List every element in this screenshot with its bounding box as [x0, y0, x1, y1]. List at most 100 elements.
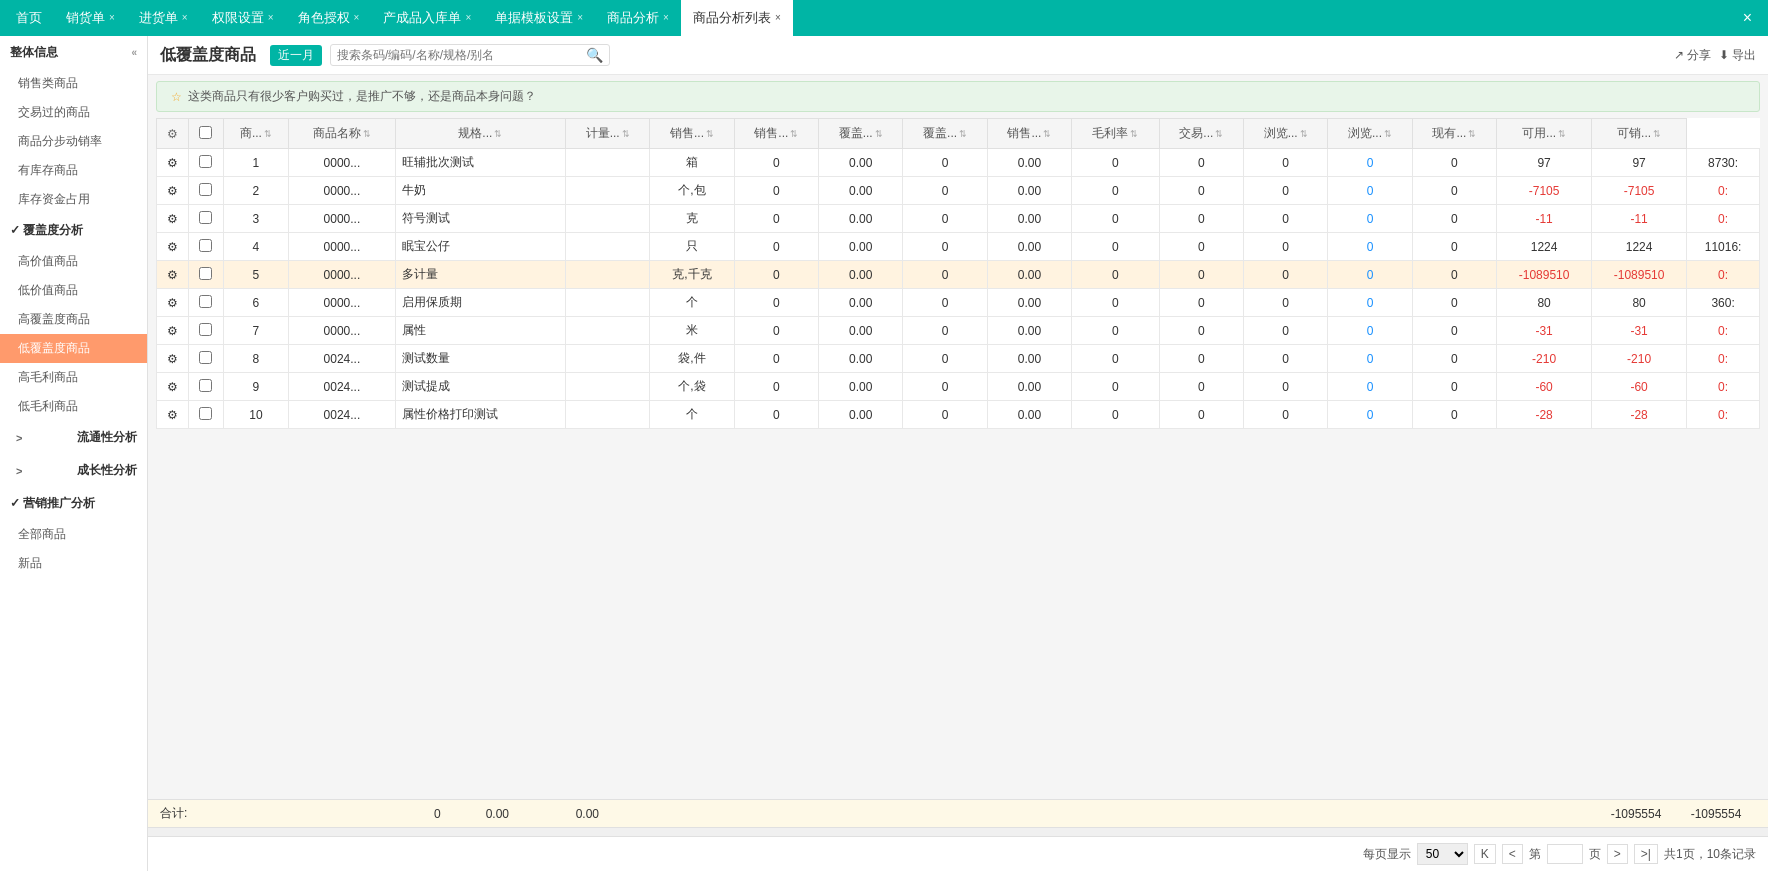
nav-product-analysis[interactable]: 商品分析 ×: [595, 0, 681, 36]
sidebar-item-low-value[interactable]: 低价值商品: [0, 276, 147, 305]
row-checkbox[interactable]: [199, 155, 212, 168]
cell-settings[interactable]: ⚙: [157, 233, 189, 261]
cell-name[interactable]: 多计量: [395, 261, 565, 289]
col-sales-c[interactable]: 销售...⇅: [987, 119, 1071, 149]
row-checkbox[interactable]: [199, 323, 212, 336]
nav-close-permissions[interactable]: ×: [268, 0, 274, 36]
col-sales-amt[interactable]: 销售...⇅: [734, 119, 818, 149]
sidebar-item-step-sales[interactable]: 商品分步动销率: [0, 127, 147, 156]
sidebar-section-flow[interactable]: > 流通性分析: [0, 421, 147, 454]
cell-settings[interactable]: ⚙: [157, 345, 189, 373]
next-page-btn[interactable]: >: [1607, 844, 1628, 864]
sidebar-section-overall[interactable]: 整体信息 «: [0, 36, 147, 69]
sidebar-item-sales-goods[interactable]: 销售类商品: [0, 69, 147, 98]
sidebar-item-low-coverage[interactable]: 低覆盖度商品: [0, 334, 147, 363]
cell-settings[interactable]: ⚙: [157, 289, 189, 317]
sidebar-item-low-gross[interactable]: 低毛利商品: [0, 392, 147, 421]
cell-browse-a[interactable]: 0: [1328, 205, 1412, 233]
nav-finished-goods[interactable]: 产成品入库单 ×: [371, 0, 483, 36]
cell-name[interactable]: 启用保质期: [395, 289, 565, 317]
table-wrapper[interactable]: ⚙ 商...⇅ 商品名称⇅ 规格...⇅ 计量...⇅ 销售...⇅ 销售...…: [156, 118, 1760, 799]
col-can-sell[interactable]: 可销...⇅: [1592, 119, 1687, 149]
row-checkbox[interactable]: [199, 379, 212, 392]
col-cover-a[interactable]: 覆盖...⇅: [819, 119, 903, 149]
cell-name[interactable]: 牛奶: [395, 177, 565, 205]
col-code[interactable]: 商...⇅: [223, 119, 288, 149]
nav-purchase[interactable]: 进货单 ×: [127, 0, 200, 36]
cell-checkbox[interactable]: [188, 289, 223, 317]
nav-roles[interactable]: 角色授权 ×: [286, 0, 372, 36]
col-settings[interactable]: ⚙: [157, 119, 189, 149]
browse-link[interactable]: 0: [1367, 324, 1374, 338]
sidebar-item-high-gross[interactable]: 高毛利商品: [0, 363, 147, 392]
sidebar-collapse-icon[interactable]: «: [131, 47, 137, 58]
nav-close-purchase[interactable]: ×: [182, 0, 188, 36]
nav-sales[interactable]: 销货单 ×: [54, 0, 127, 36]
page-size-select[interactable]: 50 100 200: [1417, 843, 1468, 865]
nav-close-all[interactable]: ×: [1731, 9, 1764, 27]
browse-link[interactable]: 0: [1367, 268, 1374, 282]
col-stock-b[interactable]: 可用...⇅: [1497, 119, 1592, 149]
search-input[interactable]: [337, 48, 586, 62]
browse-link[interactable]: 0: [1367, 156, 1374, 170]
nav-template-settings[interactable]: 单据模板设置 ×: [483, 0, 595, 36]
nav-close-sales[interactable]: ×: [109, 0, 115, 36]
cell-browse-a[interactable]: 0: [1328, 289, 1412, 317]
browse-link[interactable]: 0: [1367, 212, 1374, 226]
cell-name[interactable]: 测试提成: [395, 373, 565, 401]
share-btn[interactable]: ↗ 分享: [1674, 47, 1711, 64]
nav-close-roles[interactable]: ×: [354, 0, 360, 36]
sidebar-section-marketing[interactable]: ✓ 营销推广分析: [0, 487, 147, 520]
sidebar-item-traded-goods[interactable]: 交易过的商品: [0, 98, 147, 127]
cell-name[interactable]: 属性: [395, 317, 565, 345]
col-gross-rate[interactable]: 毛利率⇅: [1072, 119, 1160, 149]
browse-link[interactable]: 0: [1367, 408, 1374, 422]
cell-checkbox[interactable]: [188, 149, 223, 177]
cell-settings[interactable]: ⚙: [157, 149, 189, 177]
cell-checkbox[interactable]: [188, 261, 223, 289]
cell-settings[interactable]: ⚙: [157, 401, 189, 429]
cell-settings[interactable]: ⚙: [157, 205, 189, 233]
col-browse-b[interactable]: 浏览...⇅: [1328, 119, 1412, 149]
sidebar-item-all-goods[interactable]: 全部商品: [0, 520, 147, 549]
sidebar-item-high-coverage[interactable]: 高覆盖度商品: [0, 305, 147, 334]
cell-browse-a[interactable]: 0: [1328, 317, 1412, 345]
col-checkbox-header[interactable]: [188, 119, 223, 149]
col-name[interactable]: 商品名称⇅: [289, 119, 396, 149]
col-stock-a[interactable]: 现有...⇅: [1412, 119, 1496, 149]
prev-page-btn[interactable]: <: [1502, 844, 1523, 864]
cell-checkbox[interactable]: [188, 177, 223, 205]
row-checkbox[interactable]: [199, 183, 212, 196]
col-trade[interactable]: 交易...⇅: [1159, 119, 1243, 149]
cell-checkbox[interactable]: [188, 373, 223, 401]
nav-close-finished-goods[interactable]: ×: [465, 0, 471, 36]
cell-name[interactable]: 眠宝公仔: [395, 233, 565, 261]
sidebar-item-new-goods[interactable]: 新品: [0, 549, 147, 578]
last-page-btn[interactable]: >|: [1634, 844, 1658, 864]
row-checkbox[interactable]: [199, 239, 212, 252]
cell-browse-a[interactable]: 0: [1328, 373, 1412, 401]
col-sales-qty[interactable]: 销售...⇅: [650, 119, 734, 149]
browse-link[interactable]: 0: [1367, 352, 1374, 366]
row-checkbox[interactable]: [199, 351, 212, 364]
col-cover-b[interactable]: 覆盖...⇅: [903, 119, 987, 149]
nav-close-analysis-list[interactable]: ×: [775, 0, 781, 36]
nav-home[interactable]: 首页: [4, 0, 54, 36]
nav-permissions[interactable]: 权限设置 ×: [200, 0, 286, 36]
cell-name[interactable]: 符号测试: [395, 205, 565, 233]
row-checkbox[interactable]: [199, 295, 212, 308]
cell-checkbox[interactable]: [188, 317, 223, 345]
cell-browse-a[interactable]: 0: [1328, 261, 1412, 289]
scrollbar[interactable]: [148, 828, 1768, 836]
cell-browse-a[interactable]: 0: [1328, 233, 1412, 261]
page-input[interactable]: 1: [1547, 844, 1583, 864]
col-browse-a[interactable]: 浏览...⇅: [1243, 119, 1327, 149]
nav-close-template[interactable]: ×: [577, 0, 583, 36]
row-checkbox[interactable]: [199, 211, 212, 224]
cell-settings[interactable]: ⚙: [157, 317, 189, 345]
sidebar-item-stock-fund[interactable]: 库存资金占用: [0, 185, 147, 214]
sidebar-section-growth[interactable]: > 成长性分析: [0, 454, 147, 487]
sidebar-item-high-value[interactable]: 高价值商品: [0, 247, 147, 276]
cell-name[interactable]: 属性价格打印测试: [395, 401, 565, 429]
cell-browse-a[interactable]: 0: [1328, 345, 1412, 373]
